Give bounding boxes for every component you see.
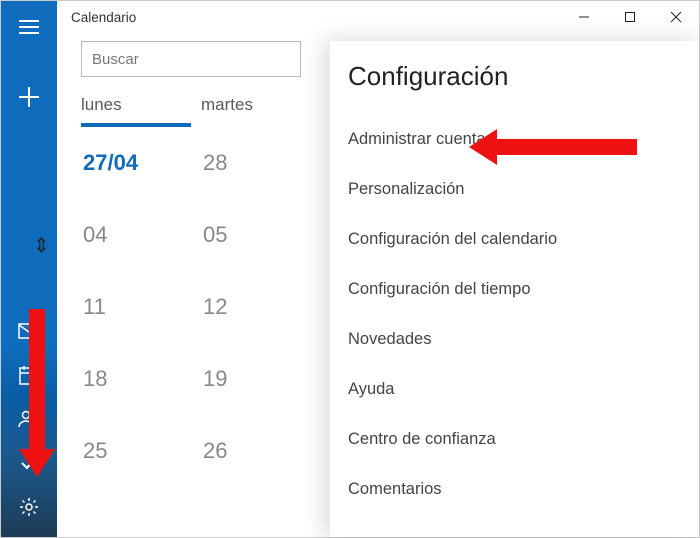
add-event-button[interactable] [1, 77, 57, 121]
settings-list: Administrar cuentasPersonalizaciónConfig… [348, 114, 677, 514]
settings-item[interactable]: Configuración del calendario [348, 214, 677, 264]
settings-item[interactable]: Ayuda [348, 364, 677, 414]
date-cell[interactable]: 04 [81, 199, 201, 271]
window-controls [561, 1, 699, 33]
settings-item[interactable]: Personalización [348, 164, 677, 214]
app-title: Calendario [71, 10, 136, 25]
settings-item[interactable]: Centro de confianza [348, 414, 677, 464]
settings-icon [19, 497, 39, 522]
settings-title: Configuración [348, 61, 677, 92]
search-input[interactable]: Buscar [81, 41, 301, 77]
minimize-button[interactable] [561, 1, 607, 33]
maximize-button[interactable] [607, 1, 653, 33]
annotation-arrow-settings-icon [19, 309, 55, 477]
annotation-arrow-manage-accounts [469, 129, 637, 165]
date-cell[interactable]: 26 [201, 415, 321, 487]
settings-panel: Configuración Administrar cuentasPersona… [329, 41, 699, 537]
menu-button[interactable] [1, 7, 57, 51]
date-cell[interactable]: 19 [201, 343, 321, 415]
date-cell[interactable]: 18 [81, 343, 201, 415]
date-cell[interactable]: 27/04 [81, 127, 201, 199]
date-cell[interactable]: 05 [201, 199, 321, 271]
close-button[interactable] [653, 1, 699, 33]
settings-item[interactable]: Novedades [348, 314, 677, 364]
title-bar: Calendario [57, 1, 699, 33]
date-cell[interactable]: 28 [201, 127, 321, 199]
settings-item[interactable]: Configuración del tiempo [348, 264, 677, 314]
date-cell[interactable]: 25 [81, 415, 201, 487]
day-header-mon[interactable]: lunes [81, 83, 201, 127]
settings-item[interactable]: Comentarios [348, 464, 677, 514]
date-cell[interactable]: 12 [201, 271, 321, 343]
date-cell[interactable]: 11 [81, 271, 201, 343]
resize-handle-icon[interactable]: ⇕ [33, 233, 50, 258]
app-window: Calendario Buscar lunes martes [0, 0, 700, 538]
main-area: Calendario Buscar lunes martes [57, 1, 699, 537]
search-placeholder: Buscar [92, 51, 139, 68]
add-icon [18, 86, 40, 113]
settings-button[interactable] [1, 487, 57, 531]
menu-icon [19, 19, 39, 40]
day-header-tue[interactable]: martes [201, 83, 321, 127]
